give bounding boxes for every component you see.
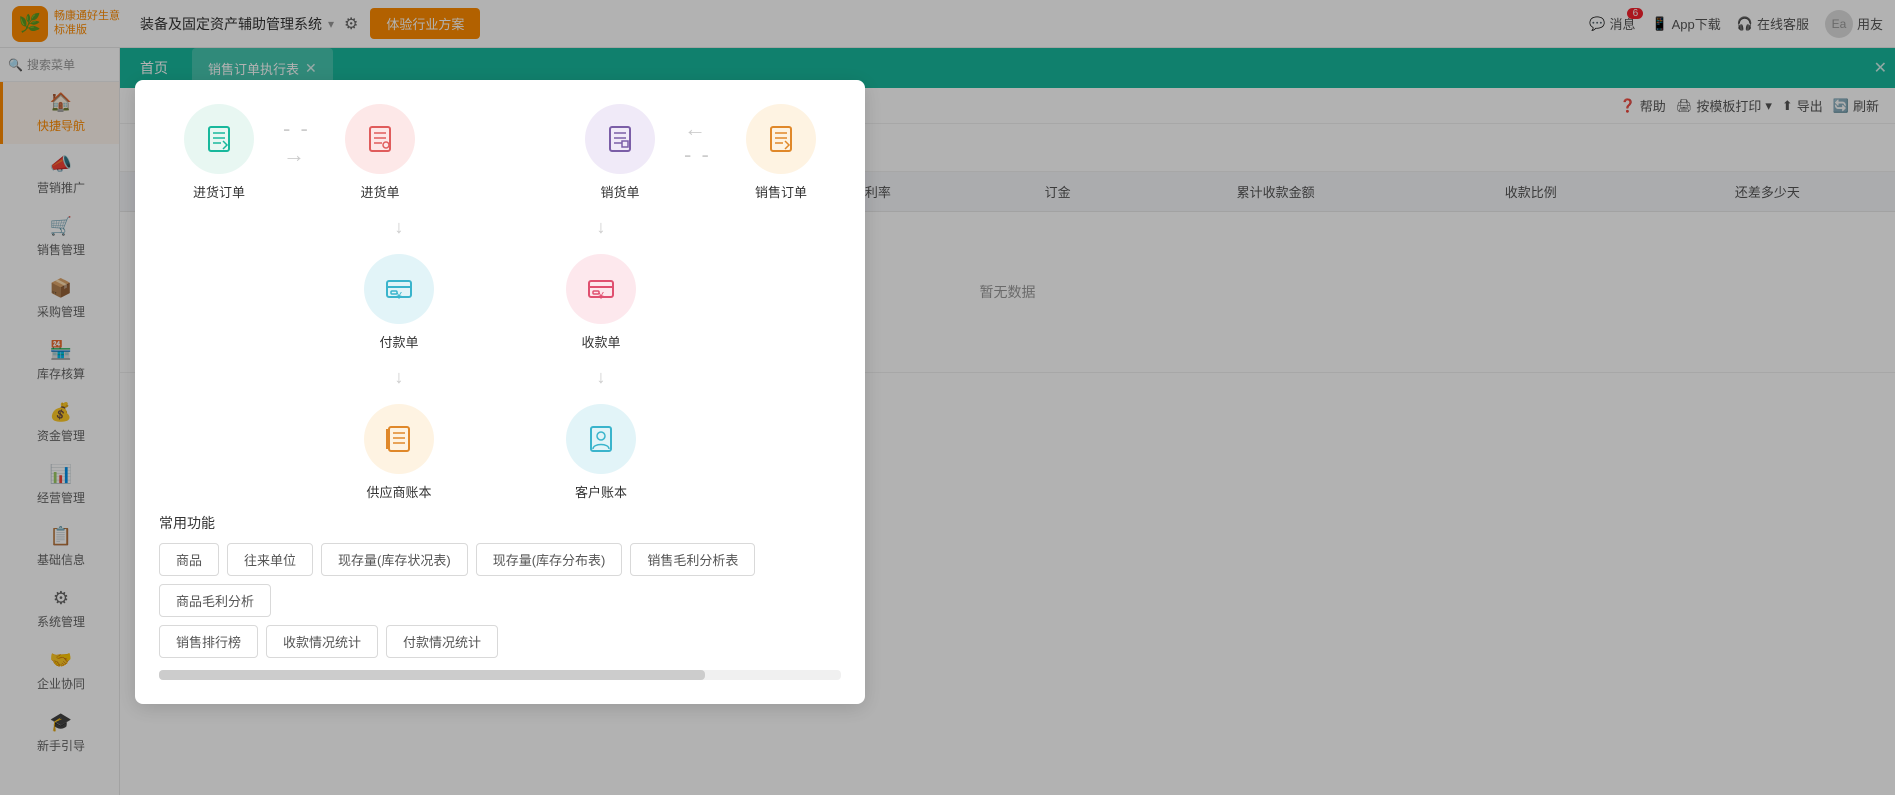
modal-scrollbar[interactable] [159,670,841,680]
flow-node-payment: ¥ 付款单 [339,254,459,351]
func-btn-receipt-stat[interactable]: 收款情况统计 [266,625,378,658]
flow-node-supplier-ledger: 供应商账本 [339,404,459,501]
flow-node-customer-ledger: 客户账本 [541,404,661,501]
purchase-bill-icon [345,104,415,174]
customer-ledger-icon [566,404,636,474]
func-btn-product-profit[interactable]: 商品毛利分析 [159,584,271,617]
svg-text:¥: ¥ [597,291,604,302]
func-btn-counterparty[interactable]: 往来单位 [227,543,313,576]
flow-node-collection: ¥ 收款单 [541,254,661,351]
modal-overlay[interactable]: 进货订单 - - → 进货单 [0,0,1895,795]
func-btn-stock-status[interactable]: 现存量(库存状况表) [321,543,468,576]
func-btn-sales-rank[interactable]: 销售排行榜 [159,625,258,658]
flow-node-sales-order: 销售订单 [721,104,841,201]
flow-node-sales-bill: 销货单 [560,104,680,201]
purchase-order-icon [184,104,254,174]
flow-arrow-row: ↓ ↓ [159,217,841,238]
flow-node-purchase-bill: 进货单 [320,104,440,201]
flow-node-purchase-order: 进货订单 [159,104,279,201]
flow-row-2: ¥ 付款单 ¥ 收款单 [159,254,841,351]
arrow-h-2: ← - - [684,116,717,190]
collection-icon: ¥ [566,254,636,324]
common-functions-section: 常用功能 商品 往来单位 现存量(库存状况表) 现存量(库存分布表) 销售毛利分… [159,513,841,658]
func-buttons-row: 商品 往来单位 现存量(库存状况表) 现存量(库存分布表) 销售毛利分析表 商品… [159,543,841,617]
flow-diagram: 进货订单 - - → 进货单 [159,104,841,501]
sales-bill-icon [585,104,655,174]
svg-text:¥: ¥ [395,291,402,302]
payment-icon: ¥ [364,254,434,324]
flow-row-3: 供应商账本 客户账本 [159,404,841,501]
func-btn-payment-stat[interactable]: 付款情况统计 [386,625,498,658]
flow-modal: 进货订单 - - → 进货单 [135,80,865,704]
func-buttons-row-2: 销售排行榜 收款情况统计 付款情况统计 [159,625,841,658]
func-btn-stock-dist[interactable]: 现存量(库存分布表) [476,543,623,576]
arrow-h-1: - - → [283,116,316,190]
sales-order-icon [746,104,816,174]
modal-scrollbar-thumb [159,670,705,680]
flow-arrow-row-2: ↓ ↓ [159,367,841,388]
flow-row-1: 进货订单 - - → 进货单 [159,104,841,201]
func-btn-sales-profit[interactable]: 销售毛利分析表 [630,543,755,576]
func-btn-product[interactable]: 商品 [159,543,219,576]
common-funcs-title: 常用功能 [159,513,841,533]
supplier-ledger-icon [364,404,434,474]
